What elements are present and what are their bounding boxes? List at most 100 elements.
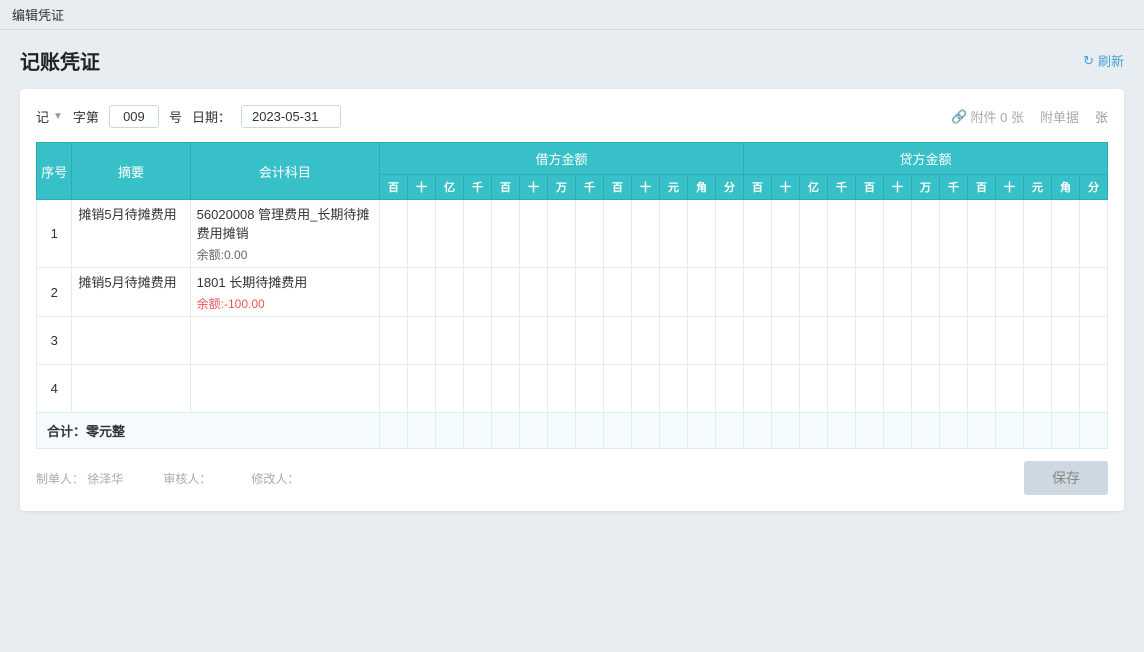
refresh-button[interactable]: ↻ 刷新 [1083, 51, 1124, 70]
row4-d1[interactable] [379, 365, 407, 413]
row4-d3[interactable] [435, 365, 463, 413]
row3-summary[interactable] [72, 317, 190, 365]
row2-d3[interactable] [435, 268, 463, 317]
row2-c5[interactable] [855, 268, 883, 317]
row3-d6[interactable] [519, 317, 547, 365]
row3-c5[interactable] [855, 317, 883, 365]
row3-c4[interactable] [827, 317, 855, 365]
row3-d9[interactable] [603, 317, 631, 365]
row3-d11[interactable] [659, 317, 687, 365]
row1-c9[interactable] [967, 200, 995, 268]
row2-d4[interactable] [463, 268, 491, 317]
row4-c10[interactable] [995, 365, 1023, 413]
row2-c4[interactable] [827, 268, 855, 317]
row2-d2[interactable] [407, 268, 435, 317]
row3-d10[interactable] [631, 317, 659, 365]
row3-d13[interactable] [715, 317, 743, 365]
row4-c4[interactable] [827, 365, 855, 413]
row3-c2[interactable] [771, 317, 799, 365]
date-field[interactable]: 2023-05-31 [241, 105, 341, 128]
row1-c2[interactable] [771, 200, 799, 268]
row3-c10[interactable] [995, 317, 1023, 365]
row4-d11[interactable] [659, 365, 687, 413]
row2-d9[interactable] [603, 268, 631, 317]
row2-c7[interactable] [911, 268, 939, 317]
row4-c12[interactable] [1051, 365, 1079, 413]
row1-account[interactable]: 56020008 管理费用_长期待摊费用摊销 余额:0.00 [190, 200, 379, 268]
row1-c4[interactable] [827, 200, 855, 268]
row3-account[interactable] [190, 317, 379, 365]
row1-d10[interactable] [631, 200, 659, 268]
row2-c3[interactable] [799, 268, 827, 317]
row3-d3[interactable] [435, 317, 463, 365]
row1-c8[interactable] [939, 200, 967, 268]
row1-c10[interactable] [995, 200, 1023, 268]
row2-c10[interactable] [995, 268, 1023, 317]
row3-c13[interactable] [1079, 317, 1107, 365]
row3-c11[interactable] [1023, 317, 1051, 365]
row4-d2[interactable] [407, 365, 435, 413]
row4-d13[interactable] [715, 365, 743, 413]
row3-c6[interactable] [883, 317, 911, 365]
row1-d11[interactable] [659, 200, 687, 268]
row1-d7[interactable] [547, 200, 575, 268]
row4-c7[interactable] [911, 365, 939, 413]
voucher-number-field[interactable]: 009 [109, 105, 159, 128]
row1-d9[interactable] [603, 200, 631, 268]
row4-d6[interactable] [519, 365, 547, 413]
row1-d8[interactable] [575, 200, 603, 268]
row3-d8[interactable] [575, 317, 603, 365]
attachment-single-label[interactable]: 附单据 [1040, 107, 1079, 126]
row4-d8[interactable] [575, 365, 603, 413]
row1-d12[interactable] [687, 200, 715, 268]
row3-c9[interactable] [967, 317, 995, 365]
row1-c7[interactable] [911, 200, 939, 268]
row4-c6[interactable] [883, 365, 911, 413]
row3-c1[interactable] [743, 317, 771, 365]
row3-d1[interactable] [379, 317, 407, 365]
row1-c1[interactable] [743, 200, 771, 268]
row1-d3[interactable] [435, 200, 463, 268]
row2-c13[interactable] [1079, 268, 1107, 317]
row2-d1[interactable] [379, 268, 407, 317]
row3-c8[interactable] [939, 317, 967, 365]
row4-d9[interactable] [603, 365, 631, 413]
row4-c13[interactable] [1079, 365, 1107, 413]
row3-c3[interactable] [799, 317, 827, 365]
row1-c6[interactable] [883, 200, 911, 268]
row2-summary[interactable]: 摊销5月待摊费用 [72, 268, 190, 317]
row2-d6[interactable] [519, 268, 547, 317]
row4-c2[interactable] [771, 365, 799, 413]
row4-c3[interactable] [799, 365, 827, 413]
row2-d7[interactable] [547, 268, 575, 317]
row2-account[interactable]: 1801 长期待摊费用 余额:-100.00 [190, 268, 379, 317]
row4-d7[interactable] [547, 365, 575, 413]
row4-d4[interactable] [463, 365, 491, 413]
row4-d5[interactable] [491, 365, 519, 413]
row2-c11[interactable] [1023, 268, 1051, 317]
row4-summary[interactable] [72, 365, 190, 413]
row1-c13[interactable] [1079, 200, 1107, 268]
row1-c3[interactable] [799, 200, 827, 268]
row3-c7[interactable] [911, 317, 939, 365]
voucher-type-select[interactable]: 记 ▼ [36, 107, 63, 126]
row3-d12[interactable] [687, 317, 715, 365]
row2-c9[interactable] [967, 268, 995, 317]
row2-d12[interactable] [687, 268, 715, 317]
row1-d2[interactable] [407, 200, 435, 268]
row1-d1[interactable] [379, 200, 407, 268]
row2-d13[interactable] [715, 268, 743, 317]
row1-d4[interactable] [463, 200, 491, 268]
row3-d5[interactable] [491, 317, 519, 365]
row4-d10[interactable] [631, 365, 659, 413]
row2-d5[interactable] [491, 268, 519, 317]
row1-d5[interactable] [491, 200, 519, 268]
row4-account[interactable] [190, 365, 379, 413]
row2-d10[interactable] [631, 268, 659, 317]
row4-c5[interactable] [855, 365, 883, 413]
row4-c1[interactable] [743, 365, 771, 413]
row2-d8[interactable] [575, 268, 603, 317]
row4-d12[interactable] [687, 365, 715, 413]
row3-d7[interactable] [547, 317, 575, 365]
row4-c9[interactable] [967, 365, 995, 413]
